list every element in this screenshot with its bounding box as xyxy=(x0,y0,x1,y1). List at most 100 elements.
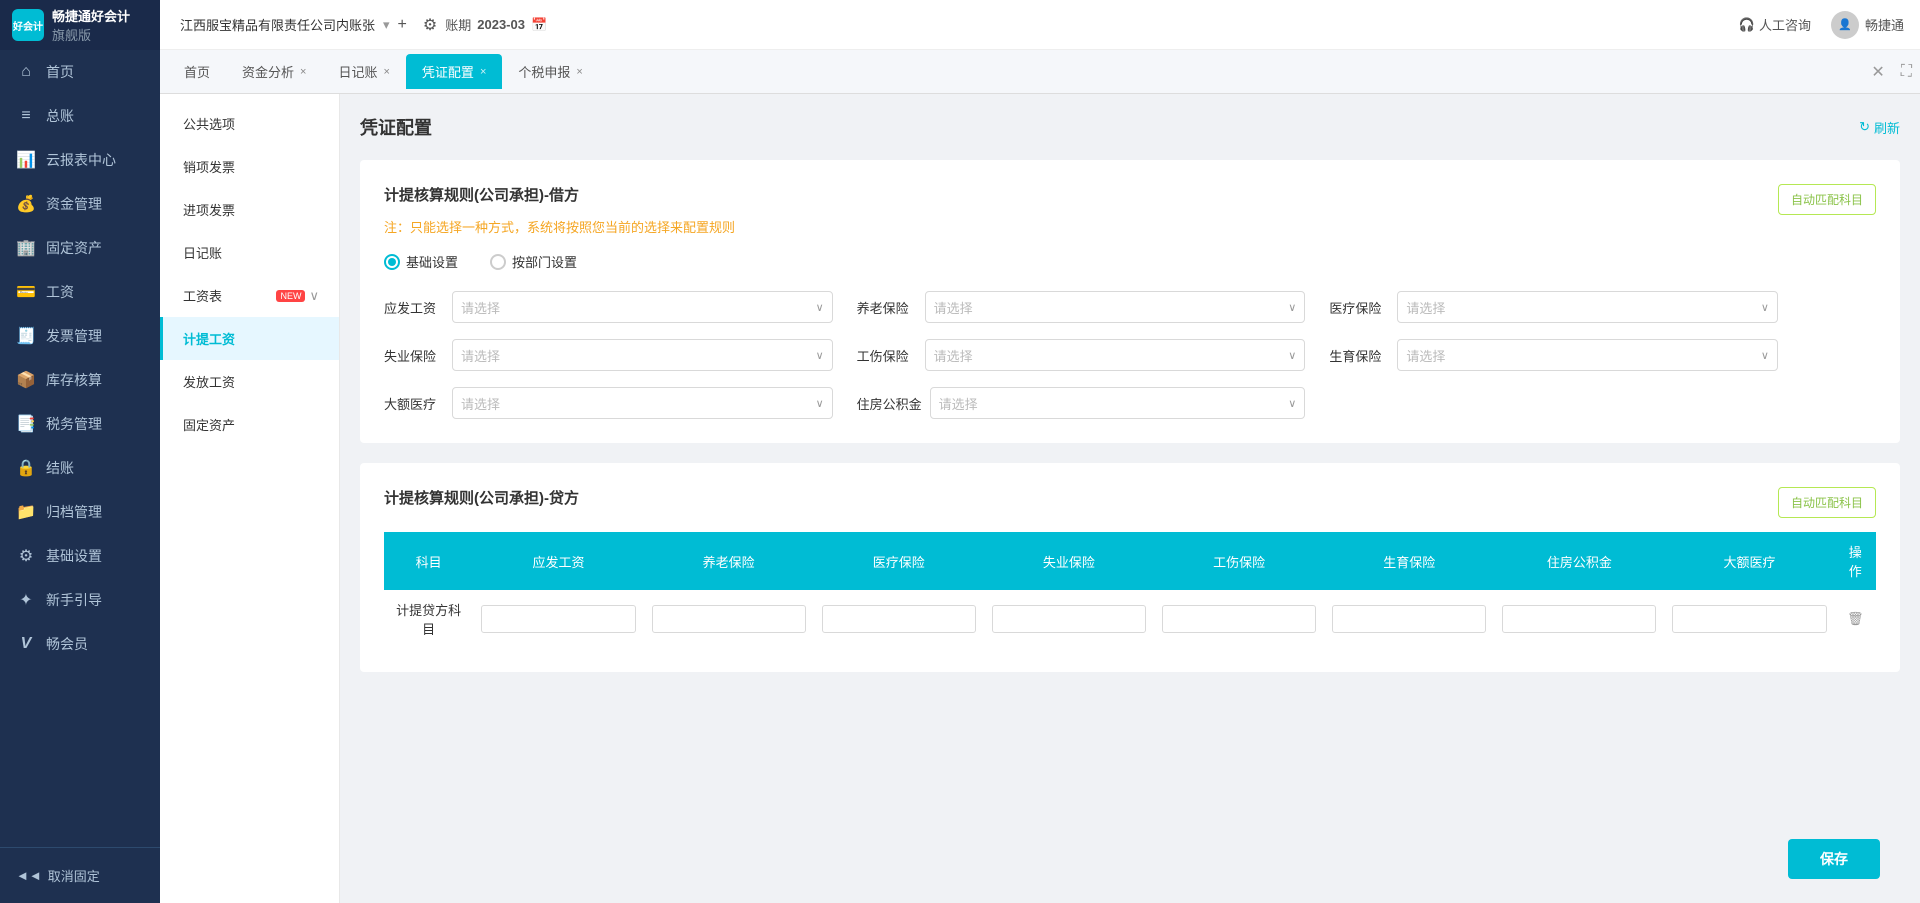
td-maternity-input[interactable] xyxy=(1324,590,1494,648)
company-selector[interactable]: 江西服宝精品有限责任公司内账张 ▾ xyxy=(180,15,390,34)
top-right-actions: 🎧 人工咨询 👤 畅捷通 xyxy=(1739,11,1904,39)
input-major-medical[interactable] xyxy=(1672,605,1826,633)
td-major-medical-input[interactable] xyxy=(1664,590,1834,648)
debit-auto-match-button[interactable]: 自动匹配科目 xyxy=(1778,184,1876,215)
tab-funds-analysis[interactable]: 资金分析 × xyxy=(226,54,322,89)
page-content: 公共选项 销项发票 进项发票 日记账 工资表 xyxy=(160,94,1920,903)
home-icon: ⌂ xyxy=(16,62,36,82)
sidebar-item-inventory[interactable]: 📦 库存核算 xyxy=(0,358,160,402)
tab-tax-report[interactable]: 个税申报 × xyxy=(502,54,598,89)
cancel-fixed-button[interactable]: ◄◄ 取消固定 xyxy=(0,856,160,895)
sidebar-item-close[interactable]: 🔒 结账 xyxy=(0,446,160,490)
assets-icon: 🏢 xyxy=(16,238,36,258)
logo-title: 畅捷通好会计 xyxy=(52,6,130,25)
td-medical-input[interactable] xyxy=(814,590,984,648)
tab-voucher-config[interactable]: 凭证配置 × xyxy=(406,54,502,89)
tab-funds-analysis-close[interactable]: × xyxy=(300,66,306,78)
select-medical[interactable]: 请选择 ∨ xyxy=(1397,291,1778,323)
nav-public[interactable]: 公共选项 xyxy=(160,102,339,145)
td-injury-input[interactable] xyxy=(1154,590,1324,648)
calendar-icon[interactable]: 📅 xyxy=(531,17,547,33)
select-housing-fund-value: 请选择 xyxy=(939,394,978,413)
input-injury[interactable] xyxy=(1162,605,1316,633)
add-button[interactable]: + xyxy=(390,16,415,34)
sidebar-item-archive[interactable]: 📁 归档管理 xyxy=(0,490,160,534)
select-unemployment[interactable]: 请选择 ∨ xyxy=(452,339,833,371)
nav-issue-salary[interactable]: 发放工资 xyxy=(160,360,339,403)
sidebar-item-tax[interactable]: 📑 税务管理 xyxy=(0,402,160,446)
tab-bar: 首页 资金分析 × 日记账 × 凭证配置 × 个税申报 × xyxy=(160,50,1920,94)
nav-accrue-salary[interactable]: 计提工资 xyxy=(160,317,339,360)
sidebar-item-home[interactable]: ⌂ 首页 xyxy=(0,50,160,94)
th-injury: 工伤保险 xyxy=(1154,532,1324,590)
nav-sales[interactable]: 销项发票 xyxy=(160,145,339,188)
refresh-button[interactable]: ↻ 刷新 xyxy=(1859,118,1900,137)
select-maternity[interactable]: 请选择 ∨ xyxy=(1397,339,1778,371)
sidebar-item-member[interactable]: V 畅会员 xyxy=(0,622,160,666)
consult-label: 人工咨询 xyxy=(1759,15,1811,34)
tab-close-icon[interactable]: ✕ xyxy=(1871,62,1884,82)
select-base-salary[interactable]: 请选择 ∨ xyxy=(452,291,833,323)
sidebar-item-invoice[interactable]: 🧾 发票管理 xyxy=(0,314,160,358)
select-base-salary-value: 请选择 xyxy=(461,298,500,317)
sidebar-item-settings[interactable]: ⚙ 基础设置 xyxy=(0,534,160,578)
td-pension-input[interactable] xyxy=(644,590,814,648)
reports-icon: 📊 xyxy=(16,150,36,170)
td-base-salary-input[interactable] xyxy=(473,590,643,648)
th-medical: 医疗保险 xyxy=(814,532,984,590)
label-injury: 工伤保险 xyxy=(857,346,917,365)
nav-purchase[interactable]: 进项发票 xyxy=(160,188,339,231)
ledger-icon: ≡ xyxy=(16,106,36,126)
sidebar-item-funds[interactable]: 💰 资金管理 xyxy=(0,182,160,226)
user-name: 畅捷通 xyxy=(1865,15,1904,34)
nav-salary-table[interactable]: 工资表 NEW ∨ xyxy=(160,274,339,317)
new-badge: NEW xyxy=(276,290,305,302)
credit-auto-match-button[interactable]: 自动匹配科目 xyxy=(1778,487,1876,518)
consult-button[interactable]: 🎧 人工咨询 xyxy=(1739,15,1811,34)
nav-journal-label: 日记账 xyxy=(183,246,222,261)
user-area: 👤 畅捷通 xyxy=(1831,11,1904,39)
input-maternity[interactable] xyxy=(1332,605,1486,633)
form-item-medical: 医疗保险 请选择 ∨ xyxy=(1329,291,1778,323)
nav-fixed-assets[interactable]: 固定资产 xyxy=(160,403,339,446)
td-delete-operation[interactable]: 🗑 xyxy=(1835,590,1876,648)
app-container: 好会计 畅捷通好会计 旗舰版 江西服宝精品有限责任公司内账张 ▾ + ⚙ 账期 … xyxy=(0,0,1920,903)
save-button[interactable]: 保存 xyxy=(1788,839,1880,879)
select-major-medical[interactable]: 请选择 ∨ xyxy=(452,387,833,419)
input-base-salary[interactable] xyxy=(481,605,635,633)
label-unemployment: 失业保险 xyxy=(384,346,444,365)
settings-icon-button[interactable]: ⚙ xyxy=(415,15,445,35)
tab-journal[interactable]: 日记账 × xyxy=(322,54,405,89)
th-major-medical: 大额医疗 xyxy=(1664,532,1834,590)
invoice-icon: 🧾 xyxy=(16,326,36,346)
tab-funds-analysis-label: 资金分析 xyxy=(242,62,294,81)
select-housing-fund[interactable]: 请选择 ∨ xyxy=(930,387,1306,419)
radio-basic[interactable]: 基础设置 xyxy=(384,252,458,271)
input-pension[interactable] xyxy=(652,605,806,633)
select-pension[interactable]: 请选择 ∨ xyxy=(925,291,1306,323)
avatar: 👤 xyxy=(1831,11,1859,39)
sidebar-item-ledger[interactable]: ≡ 总账 xyxy=(0,94,160,138)
sidebar-item-guide[interactable]: ✦ 新手引导 xyxy=(0,578,160,622)
sidebar-item-salary[interactable]: 💳 工资 xyxy=(0,270,160,314)
nav-salary-table-label: 工资表 xyxy=(183,286,222,305)
th-pension: 养老保险 xyxy=(644,532,814,590)
input-unemployment[interactable] xyxy=(992,605,1146,633)
expand-icon: ∨ xyxy=(309,288,319,304)
tab-journal-close[interactable]: × xyxy=(383,66,389,78)
radio-department[interactable]: 按部门设置 xyxy=(490,252,577,271)
input-housing-fund[interactable] xyxy=(1502,605,1656,633)
td-housing-fund-input[interactable] xyxy=(1494,590,1664,648)
select-injury[interactable]: 请选择 ∨ xyxy=(925,339,1306,371)
tab-voucher-config-close[interactable]: × xyxy=(480,66,486,78)
tab-maximize-icon[interactable]: ⛶ xyxy=(1901,63,1912,81)
nav-journal[interactable]: 日记账 xyxy=(160,231,339,274)
logo-text-area: 畅捷通好会计 旗舰版 xyxy=(52,6,130,44)
sidebar-item-assets[interactable]: 🏢 固定资产 xyxy=(0,226,160,270)
tab-home[interactable]: 首页 xyxy=(168,54,226,89)
input-medical[interactable] xyxy=(822,605,976,633)
form-item-housing-fund: 住房公积金 请选择 ∨ xyxy=(857,387,1306,419)
tab-tax-report-close[interactable]: × xyxy=(576,66,582,78)
td-unemployment-input[interactable] xyxy=(984,590,1154,648)
sidebar-item-reports[interactable]: 📊 云报表中心 xyxy=(0,138,160,182)
